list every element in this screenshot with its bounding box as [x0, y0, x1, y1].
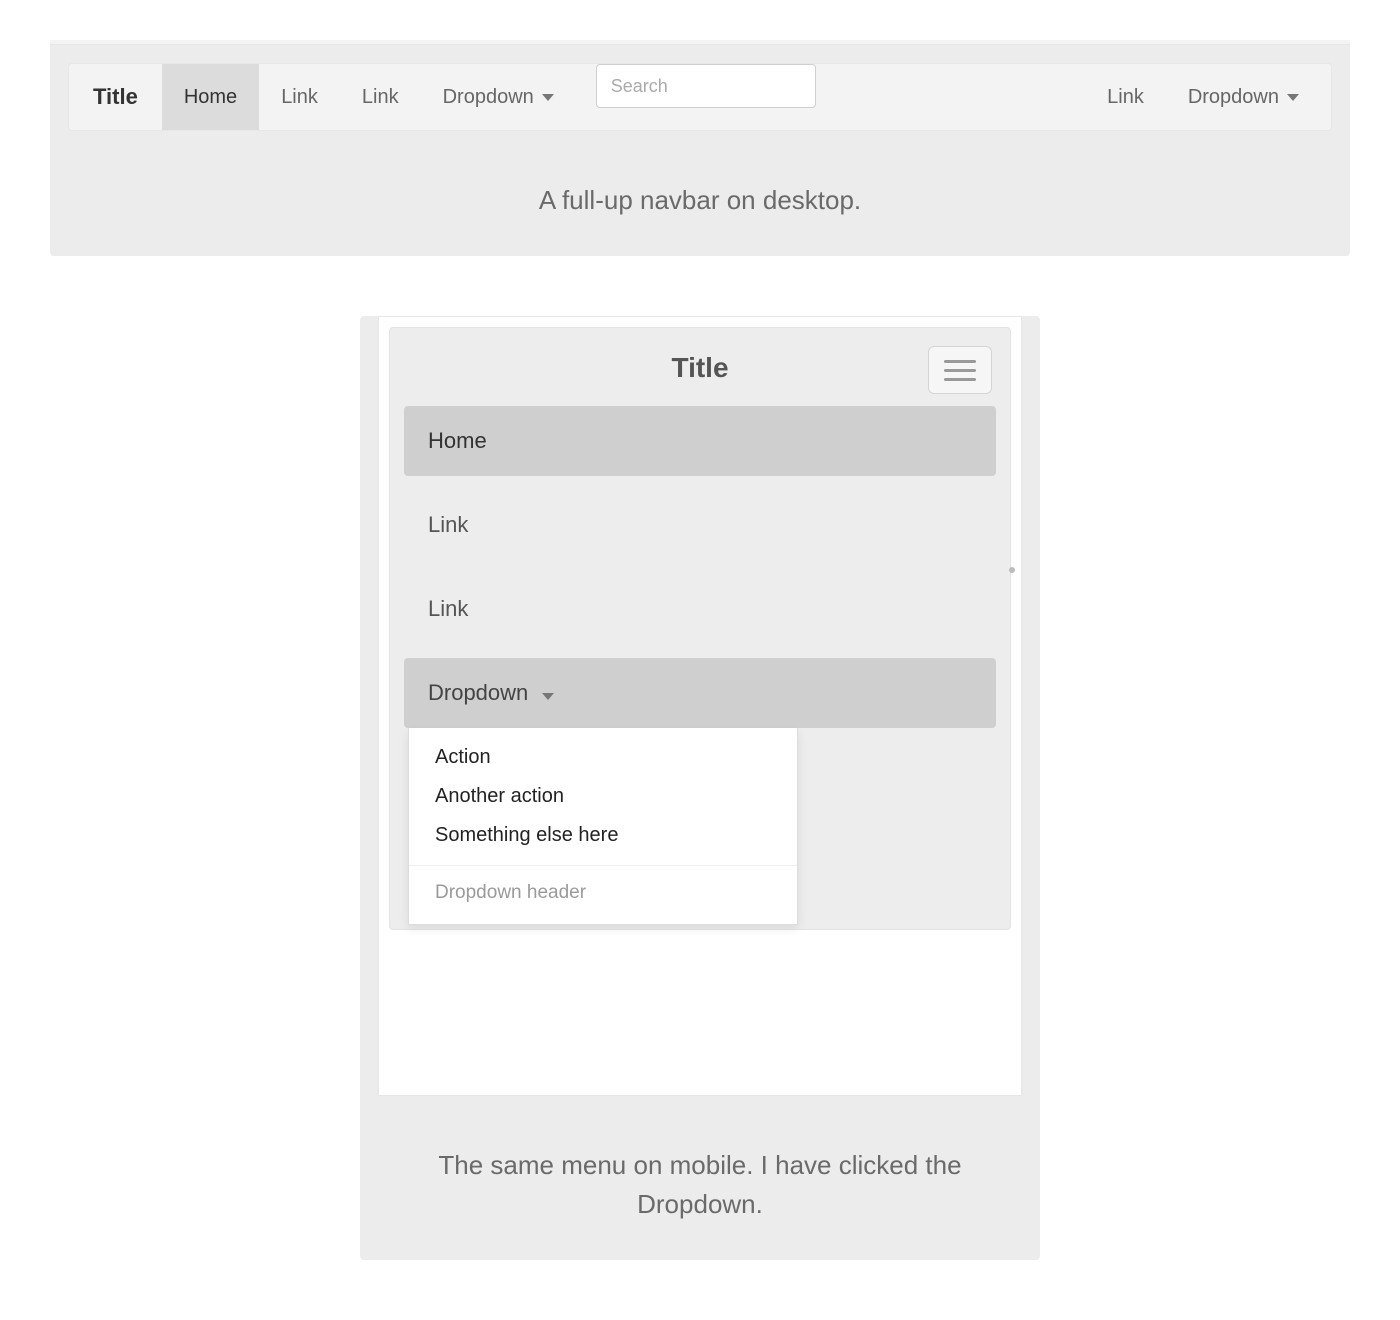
dropdown-header: Dropdown header	[409, 876, 797, 910]
search-input[interactable]	[596, 64, 816, 108]
dropdown-item-action[interactable]: Action	[409, 738, 797, 777]
nav-item-label: Dropdown	[428, 680, 528, 705]
nav-item-dropdown[interactable]: Dropdown	[421, 64, 576, 130]
dropdown-item-another-action[interactable]: Another action	[409, 777, 797, 816]
scrollbar-thumb[interactable]	[1009, 567, 1015, 573]
nav-item-label: Link	[1107, 86, 1144, 109]
hamburger-bar-icon	[944, 378, 976, 381]
nav-item-link[interactable]: Link	[259, 64, 340, 130]
nav-item-label: Link	[428, 512, 468, 537]
nav-item-dropdown[interactable]: Dropdown	[404, 658, 996, 728]
navbar-brand[interactable]: Title	[671, 352, 728, 384]
hamburger-toggle[interactable]	[928, 346, 992, 394]
nav-item-label: Link	[428, 596, 468, 621]
nav-item-label: Home	[428, 428, 487, 453]
mobile-nav-list: Home Link Link Dropdown Action Another	[404, 406, 996, 929]
caret-down-icon	[1287, 94, 1299, 101]
nav-item-home[interactable]: Home	[162, 64, 259, 130]
nav-item-label: Dropdown	[1188, 86, 1279, 109]
nav-item-link[interactable]: Link	[1085, 64, 1166, 130]
figure-caption: The same menu on mobile. I have clicked …	[360, 1146, 1040, 1224]
desktop-navbar: Title Home Link Link Dropdown	[68, 63, 1332, 131]
mobile-navbar: Title Home Link Link	[389, 327, 1011, 930]
nav-item-label: Link	[362, 86, 399, 109]
dropdown-menu: Action Another action Something else her…	[408, 728, 798, 925]
hamburger-bar-icon	[944, 369, 976, 372]
nav-item-home[interactable]: Home	[404, 406, 996, 476]
mobile-figure: Title Home Link Link	[360, 316, 1040, 1260]
mobile-navbar-header: Title	[404, 342, 996, 406]
navbar-left: Home Link Link Dropdown	[162, 64, 816, 130]
navbar-right: Link Dropdown	[1085, 64, 1321, 130]
nav-item-label: Dropdown	[443, 86, 534, 109]
nav-item-label: Home	[184, 86, 237, 109]
nav-item-dropdown[interactable]: Dropdown	[1166, 64, 1321, 130]
mobile-viewport: Title Home Link Link	[378, 316, 1022, 1096]
nav-item-link[interactable]: Link	[404, 574, 996, 644]
figure-caption: A full-up navbar on desktop.	[50, 181, 1350, 220]
navbar-brand[interactable]: Title	[69, 84, 162, 110]
caret-down-icon	[542, 693, 554, 700]
nav-item-link[interactable]: Link	[340, 64, 421, 130]
dropdown-divider	[409, 865, 797, 866]
dropdown-item-something-else[interactable]: Something else here	[409, 816, 797, 855]
browser-strip	[50, 40, 1350, 45]
desktop-figure: Title Home Link Link Dropdown	[50, 40, 1350, 256]
nav-item-label: Link	[281, 86, 318, 109]
caret-down-icon	[542, 94, 554, 101]
nav-item-link[interactable]: Link	[404, 490, 996, 560]
hamburger-bar-icon	[944, 360, 976, 363]
